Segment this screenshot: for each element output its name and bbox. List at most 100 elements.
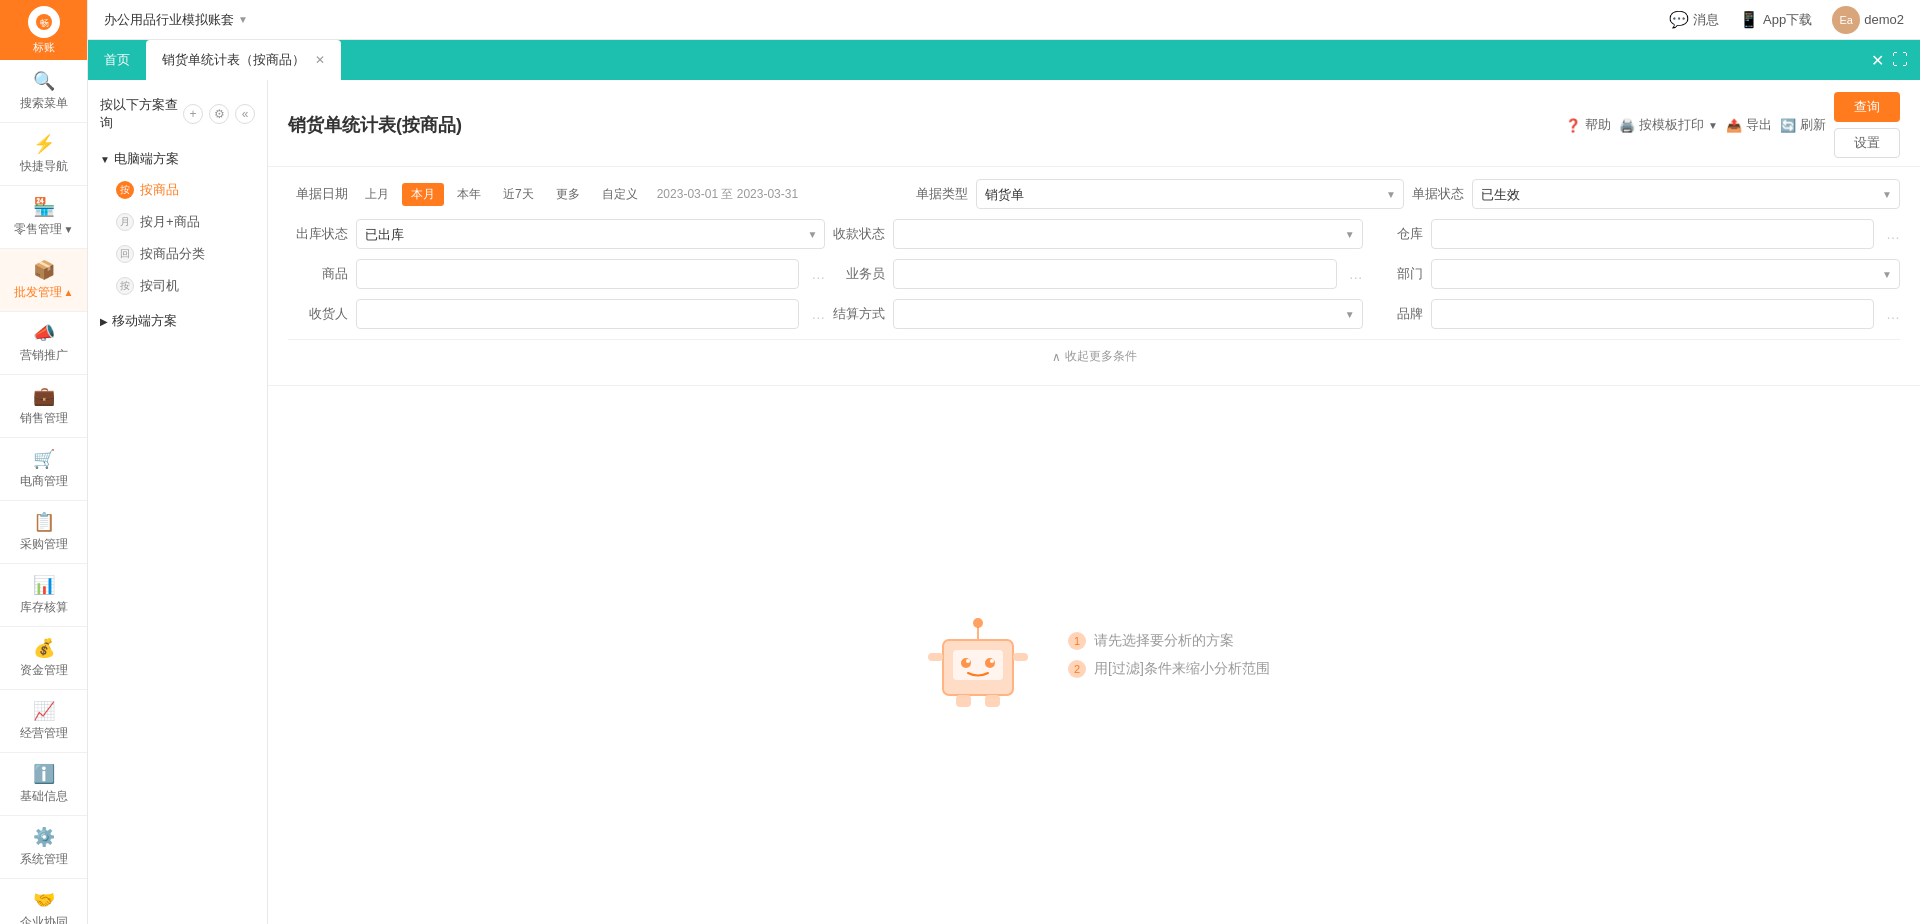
product-more-icon[interactable]: … [811,266,825,282]
warehouse-field: 仓库 … [1363,219,1900,249]
settings-button[interactable]: 设置 [1834,128,1900,158]
recipient-more-icon[interactable]: … [811,306,825,322]
message-button[interactable]: 💬 消息 [1669,10,1719,29]
mobile-scheme-label: 移动端方案 [112,312,177,330]
sidebar-item-ecommerce-mgmt[interactable]: 🛒 电商管理 [0,438,88,501]
ecommerce-mgmt-icon: 🛒 [33,448,55,470]
user-menu[interactable]: Ea demo2 [1832,6,1904,34]
scheme-item-by-month-product[interactable]: 月 按月+商品 [88,206,267,238]
settings-scheme-button[interactable]: ⚙ [209,104,229,124]
sidebar-item-quick-nav[interactable]: ⚡ 快捷导航 [0,123,88,186]
date-tab-this-year[interactable]: 本年 [448,183,490,206]
out-status-select[interactable]: 已出库 [356,219,825,249]
filter-icons: + ⚙ « [183,104,255,124]
filter-row-2: 出库状态 已出库 ▼ 收款状态 [288,219,1900,249]
payment-method-select-wrapper: ▼ [893,299,1362,329]
mobile-section: ▶ 移动端方案 [88,306,267,336]
help-label: 帮助 [1585,116,1611,134]
tab-home[interactable]: 首页 [88,40,146,80]
scheme-item-by-product-category[interactable]: 回 按商品分类 [88,238,267,270]
date-tab-last-month[interactable]: 上月 [356,183,398,206]
query-button[interactable]: 查询 [1834,92,1900,122]
top-header: 办公用品行业模拟账套 ▼ 💬 消息 📱 App下载 Ea demo2 [88,0,1920,40]
product-field: 商品 … [288,259,825,289]
sidebar-item-search-menu[interactable]: 🔍 搜索菜单 [0,60,88,123]
warehouse-label: 仓库 [1363,225,1423,243]
tab-close-icon[interactable]: ✕ [315,53,325,67]
help-button[interactable]: ❓ 帮助 [1565,116,1611,134]
date-tab-last-7-days[interactable]: 近7天 [494,183,543,206]
sidebar-item-wholesale-mgmt[interactable]: 📦 批发管理 ▲ [0,249,88,312]
retail-mgmt-icon: 🏪 [33,196,55,218]
sidebar-item-label: 企业协同 [20,914,68,924]
desktop-scheme-group[interactable]: ▼ 电脑端方案 [88,144,267,174]
maximize-icon[interactable]: ⛶ [1892,51,1908,69]
payment-method-select[interactable] [893,299,1362,329]
salesperson-input[interactable] [893,259,1336,289]
sidebar-item-finance-mgmt[interactable]: 💰 资金管理 [0,627,88,690]
sidebar-item-label: 采购管理 [20,536,68,553]
scheme-icon-by-product: 按 [116,181,134,199]
query-settings-actions: 查询 设置 [1834,92,1900,158]
export-button[interactable]: 📤 导出 [1726,116,1772,134]
sidebar-item-marketing[interactable]: 📣 营销推广 [0,312,88,375]
sidebar-item-retail-mgmt[interactable]: 🏪 零售管理 ▼ [0,186,88,249]
doc-type-select-wrapper: 销货单 ▼ [976,179,1404,209]
date-tab-custom[interactable]: 自定义 [593,183,647,206]
sidebar-item-operations-mgmt[interactable]: 📈 经营管理 [0,690,88,753]
out-status-label: 出库状态 [288,225,348,243]
home-tab-label: 首页 [104,51,130,69]
avatar: Ea [1832,6,1860,34]
doc-status-select[interactable]: 已生效 [1472,179,1900,209]
close-tab-icon[interactable]: ✕ [1871,51,1884,70]
desktop-scheme-label: 电脑端方案 [114,150,179,168]
filter-row-3: 商品 … 业务员 … 部门 [288,259,1900,289]
add-scheme-button[interactable]: + [183,104,203,124]
print-button[interactable]: 🖨️ 按模板打印 ▼ [1619,116,1718,134]
brand-input[interactable] [1431,299,1874,329]
date-filter-field: 单据日期 上月 本月 本年 近7天 更多 自定义 2023-03-01 至 20… [288,183,908,206]
warehouse-input[interactable] [1431,219,1874,249]
warehouse-more-icon[interactable]: … [1886,226,1900,242]
sidebar-item-system-mgmt[interactable]: ⚙️ 系统管理 [0,816,88,879]
sidebar-item-basic-info[interactable]: ℹ️ 基础信息 [0,753,88,816]
help-icon: ❓ [1565,118,1581,133]
refresh-button[interactable]: 🔄 刷新 [1780,116,1826,134]
date-range-text: 2023-03-01 至 2023-03-31 [657,186,798,203]
refresh-label: 刷新 [1800,116,1826,134]
sidebar-item-label: 营销推广 [20,347,68,364]
download-icon: 📱 [1739,10,1759,29]
sidebar-item-enterprise-collab[interactable]: 🤝 企业协同 [0,879,88,924]
app-download-button[interactable]: 📱 App下载 [1739,10,1812,29]
scheme-item-label: 按月+商品 [140,213,200,231]
department-select-wrapper: ▼ [1431,259,1900,289]
filter-row-1: 单据日期 上月 本月 本年 近7天 更多 自定义 2023-03-01 至 20… [288,179,1900,209]
salesperson-more-icon[interactable]: … [1349,266,1363,282]
scheme-item-by-vendor[interactable]: 按 按司机 [88,270,267,302]
brand-field: 品牌 … [1363,299,1900,329]
doc-status-field: 单据状态 已生效 ▼ [1404,179,1900,209]
brand-more-icon[interactable]: … [1886,306,1900,322]
date-tab-more[interactable]: 更多 [547,183,589,206]
collapse-button[interactable]: ∧ 收起更多条件 [1052,348,1137,365]
department-field: 部门 ▼ [1363,259,1900,289]
empty-tip-1: 1 请先选择要分析的方案 [1068,632,1270,650]
recipient-input[interactable] [356,299,799,329]
sidebar-item-label: 系统管理 [20,851,68,868]
svg-text:畅: 畅 [39,18,48,28]
scheme-item-by-product[interactable]: 按 按商品 [88,174,267,206]
doc-type-select[interactable]: 销货单 [976,179,1404,209]
account-dropdown[interactable]: 办公用品行业模拟账套 ▼ [104,11,248,29]
mobile-scheme-group[interactable]: ▶ 移动端方案 [88,306,267,336]
department-select[interactable] [1431,259,1900,289]
page-header: 销货单统计表(按商品) ❓ 帮助 🖨️ 按模板打印 ▼ 📤 导出 [268,80,1920,167]
tab-sales-stats[interactable]: 销货单统计表（按商品） ✕ [146,40,341,80]
product-input[interactable] [356,259,799,289]
sidebar-item-purchase-mgmt[interactable]: 📋 采购管理 [0,501,88,564]
receipt-status-select[interactable] [893,219,1362,249]
page-actions: ❓ 帮助 🖨️ 按模板打印 ▼ 📤 导出 🔄 刷新 [1565,92,1900,158]
date-tab-this-month[interactable]: 本月 [402,183,444,206]
sidebar-item-inventory[interactable]: 📊 库存核算 [0,564,88,627]
collapse-panel-button[interactable]: « [235,104,255,124]
sidebar-item-sales-mgmt[interactable]: 💼 销售管理 [0,375,88,438]
